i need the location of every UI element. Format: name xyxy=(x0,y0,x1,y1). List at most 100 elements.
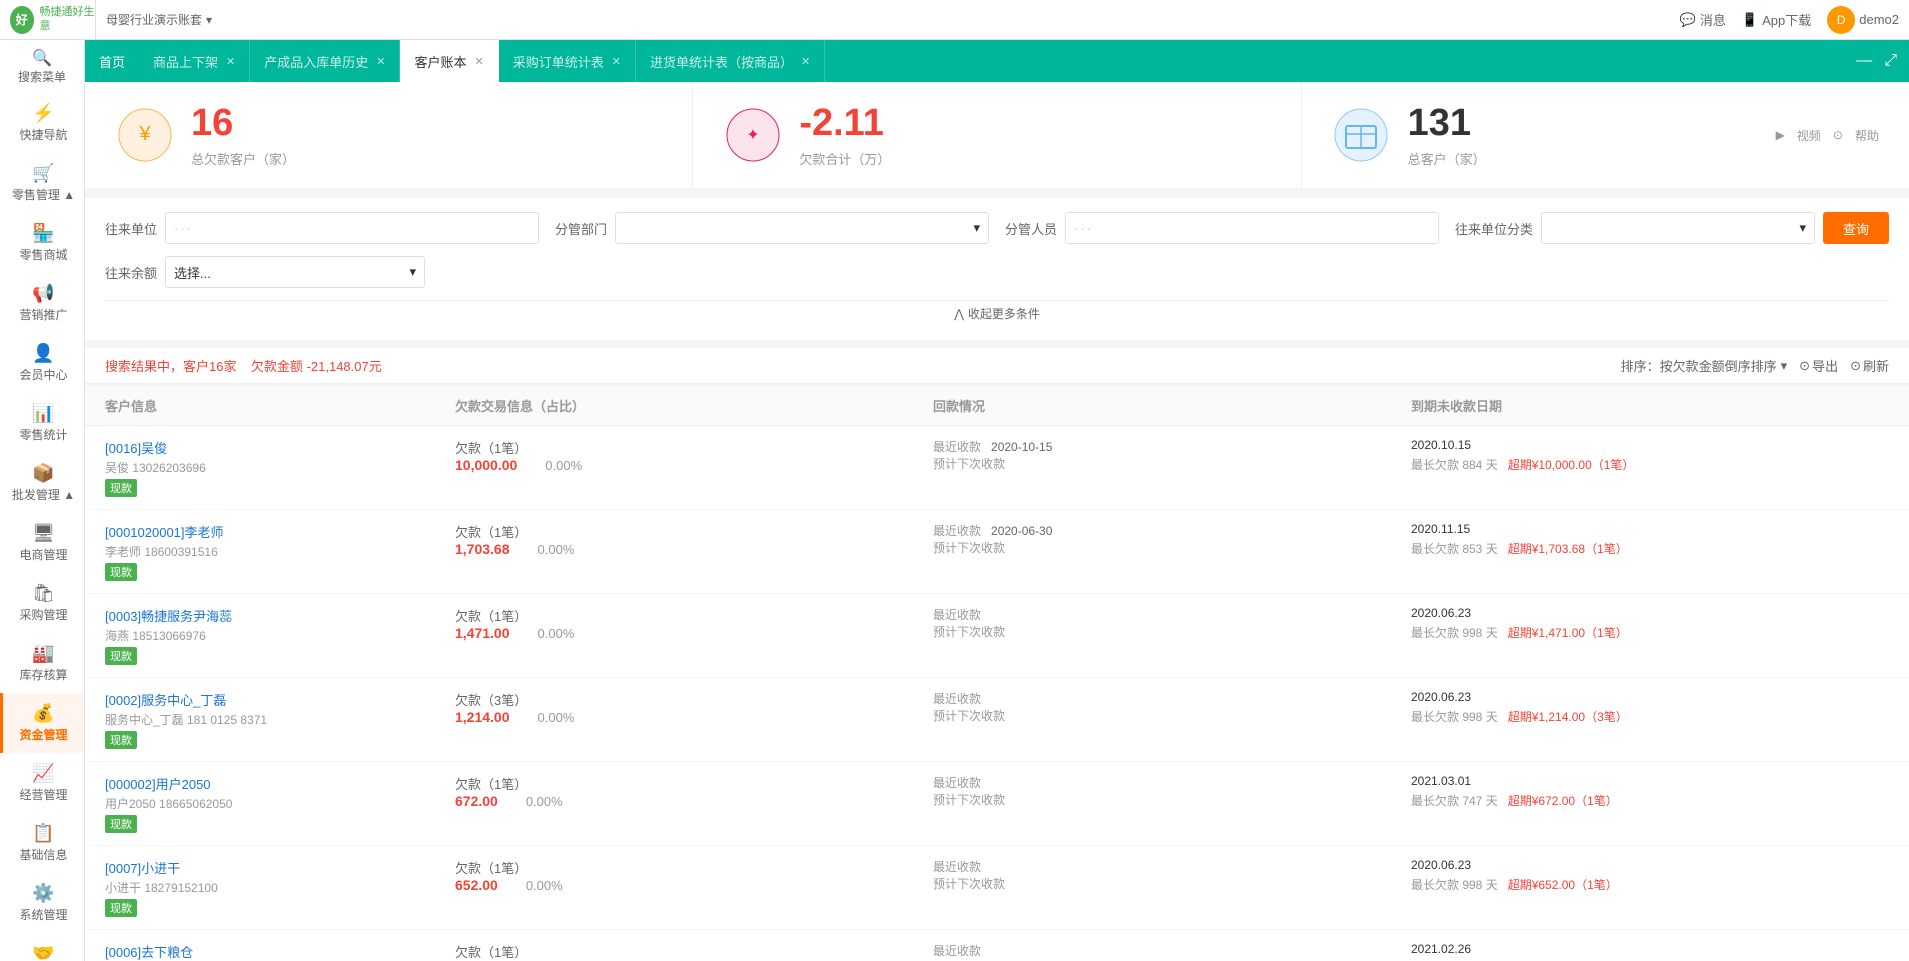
industry-chevron: ▾ xyxy=(206,13,212,27)
sidebar-item-retail-stats[interactable]: 📊 零售统计 xyxy=(0,393,84,453)
app-download-btn[interactable]: 📱 App下载 xyxy=(1742,10,1811,29)
customer-name-2[interactable]: [0003]畅捷服务尹海蕊 xyxy=(105,609,232,624)
user-profile-btn[interactable]: D demo2 xyxy=(1827,6,1899,34)
overdue-amount-link-0[interactable]: 超期¥10,000.00（1笔） xyxy=(1508,458,1635,472)
tab-purchase-order[interactable]: 采购订单统计表 ✕ xyxy=(499,40,636,82)
recovery-last-label-3: 最近收款 xyxy=(933,692,988,706)
recovery-last-label-0: 最近收款 xyxy=(933,440,988,454)
overdue-date-5: 2020.06.23 xyxy=(1411,858,1889,872)
result-sort[interactable]: 排序：按欠款金额倒序排序 ▾ xyxy=(1621,356,1788,375)
debt-count-5: 欠款（1笔） xyxy=(455,858,933,877)
filter-area: 往来单位 ··· 分管部门 ▾ xyxy=(85,198,1909,340)
sidebar-item-marketing[interactable]: 📢 营销推广 xyxy=(0,273,84,333)
customer-name-6[interactable]: [0006]去下粮仓 xyxy=(105,945,193,960)
tab-purchase-order-close[interactable]: ✕ xyxy=(612,55,621,68)
sidebar-search[interactable]: 🔍 搜索菜单 xyxy=(0,40,84,93)
customer-name-0[interactable]: [0016]吴俊 xyxy=(105,441,167,456)
finance-icon: 💰 xyxy=(8,703,79,724)
filter-balance-select[interactable]: 选择... ▾ xyxy=(165,256,425,288)
debt-count-3: 欠款（3笔） xyxy=(455,690,933,709)
recovery-next-5: 预计下次收款 xyxy=(933,875,1411,892)
tab-home[interactable]: 首页 xyxy=(85,40,139,82)
recovery-last-label-1: 最近收款 xyxy=(933,524,988,538)
search-button[interactable]: 查询 xyxy=(1823,212,1889,244)
customer-name-5[interactable]: [0007]小进干 xyxy=(105,861,180,876)
sidebar-item-corp-collab[interactable]: 🤝 企业协同 xyxy=(0,933,84,961)
overdue-date-1: 2020.11.15 xyxy=(1411,522,1889,536)
collapse-btn[interactable]: ⋀ 收起更多条件 xyxy=(105,300,1889,326)
tab-customer-account[interactable]: 客户账本 ✕ xyxy=(400,40,498,82)
refresh-btn[interactable]: ⊙ 刷新 xyxy=(1850,356,1889,375)
recovery-last-3: 最近收款 xyxy=(933,690,1411,707)
recovery-next-2: 预计下次收款 xyxy=(933,623,1411,640)
tab-bar-maximize-btn[interactable]: ⤢ xyxy=(1880,50,1901,72)
filter-source-unit-input[interactable]: ··· xyxy=(165,212,539,244)
stat-label-overdue-customers: 总欠款客户（家） xyxy=(191,149,295,168)
sidebar-retail-mgmt-label: 零售管理 ▲ xyxy=(8,186,79,203)
customer-phone-2: 海燕 18513066976 xyxy=(105,627,455,644)
sidebar-item-purchase[interactable]: 🛍 采购管理 xyxy=(0,573,84,633)
filter-person: 分管人员 ··· xyxy=(1005,212,1439,244)
view-label[interactable]: 视频 xyxy=(1797,127,1821,144)
sidebar-item-ecommerce[interactable]: 🖥 电商管理 xyxy=(0,513,84,573)
table-body: [0016]吴俊 吴俊 13026203696 现款 欠款（1笔） 10,000… xyxy=(85,426,1909,961)
debt-amount-0: 10,000.00 xyxy=(455,457,517,473)
overdue-detail-5: 最长欠款 998 天 超期¥652.00（1笔） xyxy=(1411,876,1889,893)
overdue-detail-2: 最长欠款 998 天 超期¥1,471.00（1笔） xyxy=(1411,624,1889,641)
tab-purchase-stats[interactable]: 进货单统计表（按商品） ✕ xyxy=(636,40,825,82)
debt-count-2: 欠款（1笔） xyxy=(455,606,933,625)
logo-icon: 好 xyxy=(10,6,34,34)
tab-product-history-close[interactable]: ✕ xyxy=(376,55,385,68)
logo-text: 畅捷通好生意 xyxy=(40,6,95,32)
sidebar-item-batch-mgmt[interactable]: 📦 批发管理 ▲ xyxy=(0,453,84,513)
sidebar-item-finance[interactable]: 💰 资金管理 xyxy=(0,693,84,753)
overdue-amount-link-3[interactable]: 超期¥1,214.00（3笔） xyxy=(1508,710,1628,724)
sidebar-item-operation[interactable]: 📈 经营管理 xyxy=(0,753,84,813)
customer-name-3[interactable]: [0002]服务中心_丁磊 xyxy=(105,693,226,708)
sidebar-item-retail-store[interactable]: 🏪 零售商城 xyxy=(0,213,84,273)
customer-info-6: [0006]去下粮仓 陈小希 现款 xyxy=(105,942,455,961)
filter-source-unit-class-select[interactable]: ▾ xyxy=(1541,212,1815,244)
message-btn[interactable]: 💬 消息 xyxy=(1680,10,1726,29)
debt-percent-1: 0.00% xyxy=(538,542,575,557)
overdue-detail-4: 最长欠款 747 天 超期¥672.00（1笔） xyxy=(1411,792,1889,809)
table-header-customer: 客户信息 xyxy=(105,396,455,415)
retail-store-icon: 🏪 xyxy=(8,223,79,244)
tab-customer-account-close[interactable]: ✕ xyxy=(475,55,484,68)
customer-tag-5: 现款 xyxy=(105,899,137,917)
overdue-amount-link-4[interactable]: 超期¥672.00（1笔） xyxy=(1508,794,1618,808)
customer-name-4[interactable]: [000002]用户2050 xyxy=(105,777,211,792)
table-row: [0002]服务中心_丁磊 服务中心_丁磊 181 0125 8371 现款 欠… xyxy=(85,678,1909,762)
stat-content-1: 16 总欠款客户（家） xyxy=(191,102,295,168)
sidebar-item-member[interactable]: 👤 会员中心 xyxy=(0,333,84,393)
tab-products-offline[interactable]: 商品上下架 ✕ xyxy=(139,40,250,82)
retail-stats-icon: 📊 xyxy=(8,403,79,424)
overdue-detail-0: 最长欠款 884 天 超期¥10,000.00（1笔） xyxy=(1411,456,1889,473)
overdue-amount-link-2[interactable]: 超期¥1,471.00（1笔） xyxy=(1508,626,1628,640)
sidebar-item-basic-info[interactable]: 📋 基础信息 xyxy=(0,813,84,873)
tab-product-history[interactable]: 产成品入库单历史 ✕ xyxy=(250,40,400,82)
sidebar-item-system[interactable]: ⚙️ 系统管理 xyxy=(0,873,84,933)
filter-source-unit-label: 往来单位 xyxy=(105,219,157,238)
debt-amount-1: 1,703.68 xyxy=(455,541,510,557)
filter-person-input[interactable]: ··· xyxy=(1065,212,1439,244)
overdue-info-6: 2021.02.26 最长欠款 750 天 超期¥455.90（1笔） xyxy=(1411,942,1889,961)
help-label[interactable]: 帮助 xyxy=(1855,127,1879,144)
export-btn[interactable]: ⊙ 导出 xyxy=(1799,356,1838,375)
sidebar-item-retail-mgmt[interactable]: 🛒 零售管理 ▲ xyxy=(0,153,84,213)
result-bar: 搜索结果中，客户16家 欠款金额 -21,148.07元 排序：按欠款金额倒序排… xyxy=(85,348,1909,384)
member-icon: 👤 xyxy=(8,343,79,364)
stats-row: ¥ 16 总欠款客户（家） ✦ xyxy=(85,82,1909,188)
customer-name-1[interactable]: [0001020001]李老师 xyxy=(105,525,224,540)
tab-purchase-stats-close[interactable]: ✕ xyxy=(801,55,810,68)
retail-mgmt-icon: 🛒 xyxy=(8,163,79,184)
overdue-amount-link-5[interactable]: 超期¥652.00（1笔） xyxy=(1508,878,1618,892)
sidebar-item-inventory[interactable]: 🏭 库存核算 xyxy=(0,633,84,693)
tab-bar-minimize-btn[interactable]: — xyxy=(1852,50,1876,72)
overdue-amount-link-1[interactable]: 超期¥1,703.68（1笔） xyxy=(1508,542,1628,556)
recovery-info-1: 最近收款 2020-06-30 预计下次收款 xyxy=(933,522,1411,581)
filter-dept-select[interactable]: ▾ xyxy=(615,212,989,244)
industry-selector[interactable]: 母婴行业演示账套 ▾ xyxy=(95,0,222,39)
tab-products-offline-close[interactable]: ✕ xyxy=(226,55,235,68)
sidebar-item-nav[interactable]: ⚡ 快捷导航 xyxy=(0,93,84,153)
